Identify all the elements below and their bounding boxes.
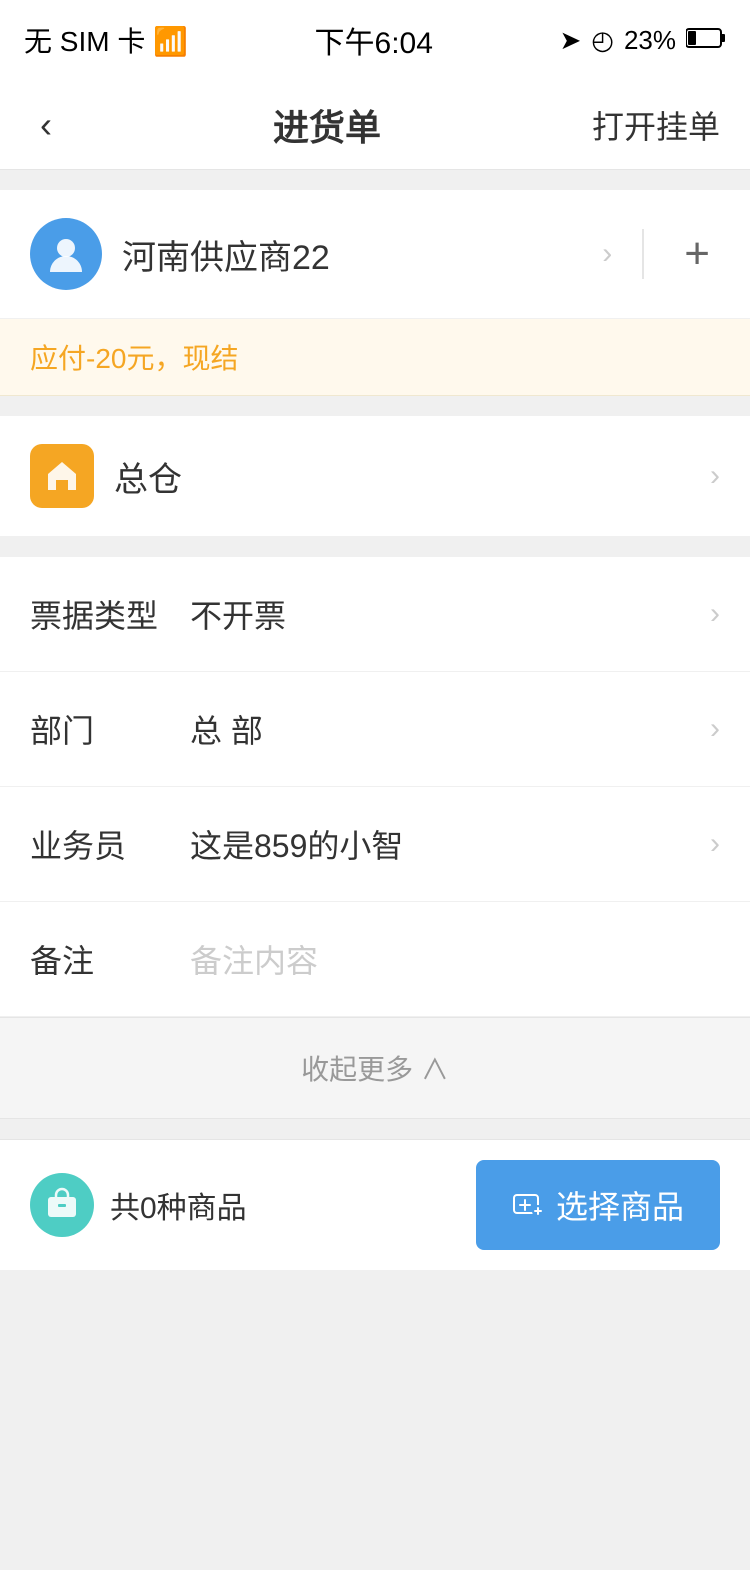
section-divider-4 xyxy=(0,1119,750,1139)
bottom-action-bar: 共0种商品 选择商品 xyxy=(0,1139,750,1270)
notice-banner: 应付-20元，现结 xyxy=(0,319,750,396)
notice-text: 应付-20元，现结 xyxy=(30,343,238,374)
warehouse-chevron-icon: › xyxy=(710,459,720,493)
collapse-label: 收起更多 ∧ xyxy=(301,1048,449,1088)
supplier-avatar xyxy=(30,218,102,290)
department-label: 部门 xyxy=(30,706,170,752)
page-title: 进货单 xyxy=(273,99,381,151)
nav-bar: ‹ 进货单 打开挂单 xyxy=(0,80,750,170)
warehouse-name: 总仓 xyxy=(114,452,710,501)
select-product-label: 选择商品 xyxy=(556,1182,684,1228)
warehouse-icon xyxy=(30,444,94,508)
product-icon xyxy=(30,1173,94,1237)
invoice-type-row[interactable]: 票据类型 不开票 › xyxy=(0,557,750,672)
salesperson-row[interactable]: 业务员 这是859的小智 › xyxy=(0,787,750,902)
invoice-type-chevron-icon: › xyxy=(710,597,720,631)
department-value: 总 部 xyxy=(190,706,710,752)
supplier-name: 河南供应商22 xyxy=(122,230,602,279)
salesperson-chevron-icon: › xyxy=(710,827,720,861)
remarks-label: 备注 xyxy=(30,936,170,982)
warehouse-section: 总仓 › xyxy=(0,416,750,537)
supplier-chevron-icon: › xyxy=(602,237,612,271)
alarm-icon: ◴ xyxy=(591,25,614,56)
location-icon: ➤ xyxy=(559,25,581,56)
remarks-input[interactable]: 备注内容 xyxy=(190,936,720,982)
department-row[interactable]: 部门 总 部 › xyxy=(0,672,750,787)
form-section: 票据类型 不开票 › 部门 总 部 › 业务员 这是859的小智 › 备注 备注… xyxy=(0,557,750,1017)
section-divider-1 xyxy=(0,170,750,190)
supplier-divider xyxy=(642,229,644,279)
invoice-type-value: 不开票 xyxy=(190,591,710,637)
status-carrier: 无 SIM 卡 📶 xyxy=(24,20,188,60)
battery-percent: 23% xyxy=(624,25,676,56)
salesperson-value: 这是859的小智 xyxy=(190,821,710,867)
add-supplier-button[interactable]: + xyxy=(674,229,720,279)
product-count-section: 共0种商品 xyxy=(30,1173,247,1237)
department-chevron-icon: › xyxy=(710,712,720,746)
supplier-row[interactable]: 河南供应商22 › + xyxy=(0,190,750,319)
select-product-button[interactable]: 选择商品 xyxy=(476,1160,720,1250)
supplier-section: 河南供应商22 › + 应付-20元，现结 xyxy=(0,190,750,396)
remarks-row[interactable]: 备注 备注内容 xyxy=(0,902,750,1017)
collapse-button[interactable]: 收起更多 ∧ xyxy=(0,1017,750,1119)
status-indicators: ➤ ◴ 23% xyxy=(559,25,726,56)
battery-icon xyxy=(686,25,726,56)
page-background xyxy=(0,1270,750,1570)
invoice-type-label: 票据类型 xyxy=(30,591,170,637)
salesperson-label: 业务员 xyxy=(30,821,170,867)
product-count-text: 共0种商品 xyxy=(110,1183,247,1227)
back-button[interactable]: ‹ xyxy=(30,94,62,156)
status-time: 下午6:04 xyxy=(315,18,433,62)
section-divider-2 xyxy=(0,396,750,416)
warehouse-row[interactable]: 总仓 › xyxy=(0,416,750,537)
open-pending-button[interactable]: 打开挂单 xyxy=(592,102,720,148)
section-divider-3 xyxy=(0,537,750,557)
status-bar: 无 SIM 卡 📶 下午6:04 ➤ ◴ 23% xyxy=(0,0,750,80)
